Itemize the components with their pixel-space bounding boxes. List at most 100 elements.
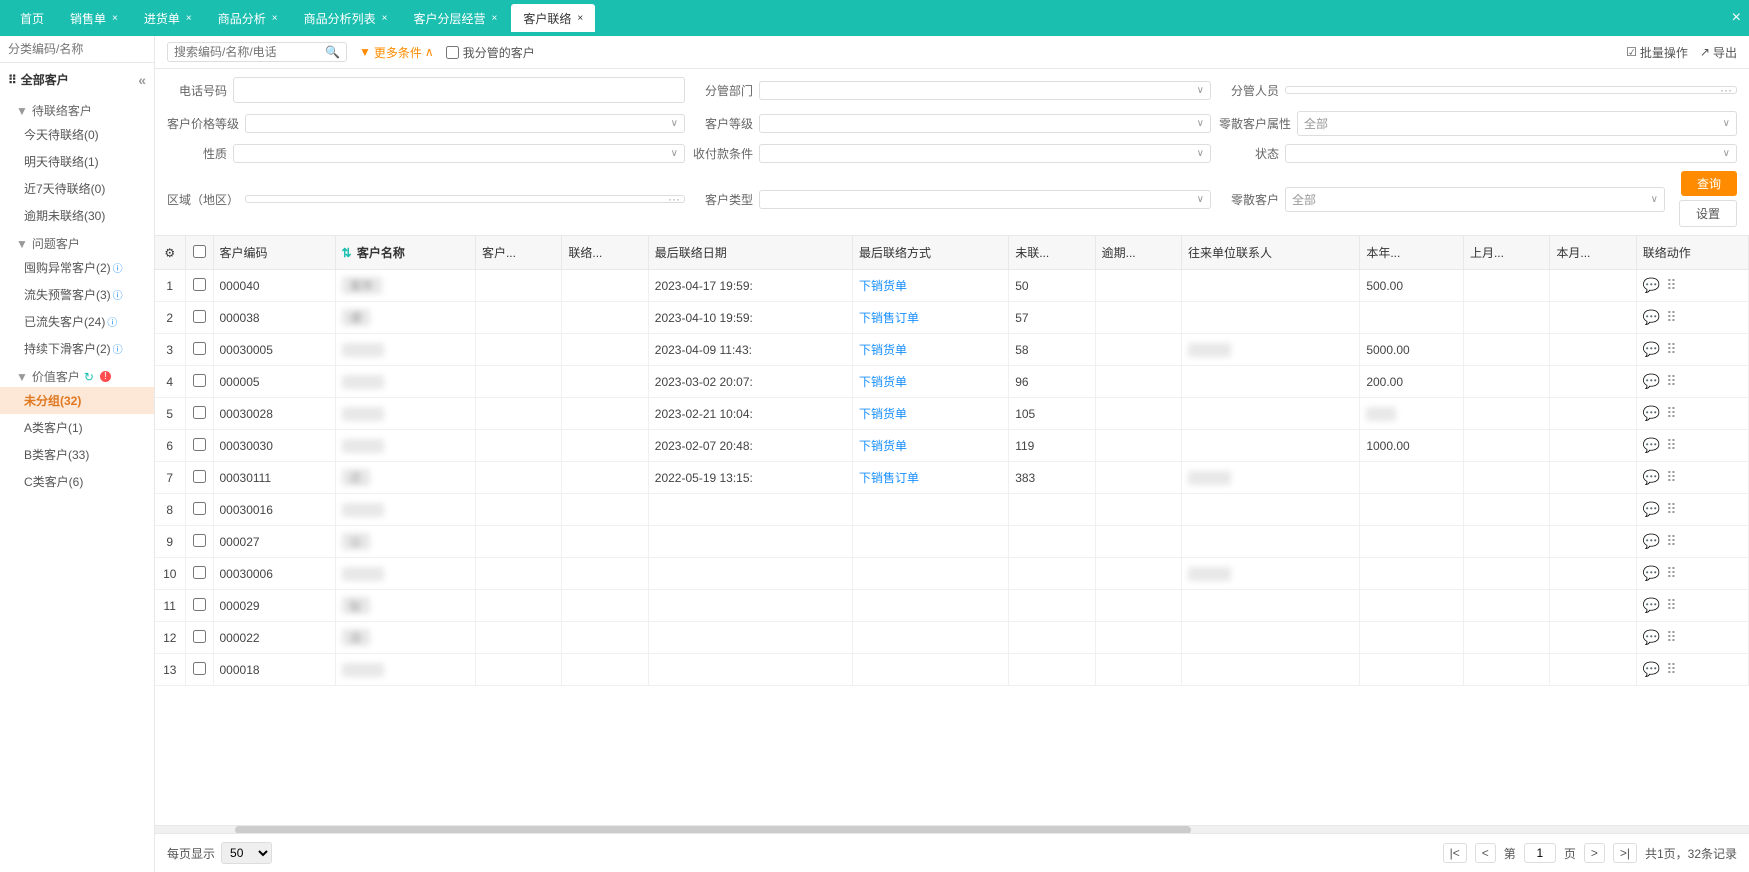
- value-customer-group[interactable]: ▼ 价值客户 ↻ !: [0, 362, 154, 387]
- problem-customer-group[interactable]: ▼ 问题客户: [0, 229, 154, 254]
- nature-select[interactable]: ∨: [233, 144, 685, 163]
- row-checkbox[interactable]: [193, 662, 206, 675]
- close-all-button[interactable]: ×: [1732, 9, 1741, 27]
- cust-level-select[interactable]: ∨: [759, 114, 1211, 133]
- sidebar-item-tomorrow[interactable]: 明天待联络(1): [0, 148, 154, 175]
- sidebar-item-declining[interactable]: 持续下滑客户(2) ⓘ: [0, 335, 154, 362]
- sidebar-item-today[interactable]: 今天待联络(0): [0, 121, 154, 148]
- my-customers-check[interactable]: [446, 46, 459, 59]
- close-contact-tab[interactable]: ×: [577, 13, 583, 24]
- status-select[interactable]: ∨: [1285, 144, 1737, 163]
- row-check[interactable]: [185, 526, 213, 558]
- payment-select[interactable]: ∨: [759, 144, 1211, 163]
- last-way-link[interactable]: 下销货单: [859, 407, 907, 421]
- export-btn[interactable]: ↗ 导出: [1700, 44, 1737, 61]
- sidebar-item-abnormal[interactable]: 囤购异常客户(2) ⓘ: [0, 254, 154, 281]
- close-segment-tab[interactable]: ×: [491, 13, 497, 24]
- attr-select[interactable]: 全部∨: [1297, 111, 1737, 136]
- collapse-icon[interactable]: «: [138, 72, 146, 88]
- tab-customer-contact[interactable]: 客户联络 ×: [511, 4, 595, 32]
- all-customers-header[interactable]: ⠿ 全部客户 «: [0, 63, 154, 96]
- next-page-btn[interactable]: >: [1584, 843, 1605, 863]
- row-check[interactable]: [185, 398, 213, 430]
- grid-action-icon[interactable]: ⠿: [1666, 533, 1676, 550]
- sidebar-item-c-class[interactable]: C类客户(6): [0, 468, 154, 495]
- per-page-select[interactable]: 50 100 200: [221, 842, 272, 864]
- row-checkbox[interactable]: [193, 438, 206, 451]
- chat-icon[interactable]: 💬: [1643, 437, 1660, 454]
- tab-product-analysis-list[interactable]: 商品分析列表 ×: [292, 4, 400, 32]
- tab-sales[interactable]: 销售单 ×: [58, 4, 130, 32]
- grid-action-icon[interactable]: ⠿: [1666, 277, 1676, 294]
- grid-action-icon[interactable]: ⠿: [1666, 501, 1676, 518]
- row-checkbox[interactable]: [193, 598, 206, 611]
- row-checkbox[interactable]: [193, 374, 206, 387]
- chat-icon[interactable]: 💬: [1643, 533, 1660, 550]
- grid-action-icon[interactable]: ⠿: [1666, 469, 1676, 486]
- chat-icon[interactable]: 💬: [1643, 405, 1660, 422]
- tab-customer-segment[interactable]: 客户分层经营 ×: [401, 4, 509, 32]
- last-way-link[interactable]: 下销售订单: [859, 471, 919, 485]
- settings-icon[interactable]: ⚙: [164, 246, 175, 260]
- dept-select[interactable]: ∨: [759, 81, 1211, 100]
- row-checkbox[interactable]: [193, 342, 206, 355]
- last-way-link[interactable]: 下销售订单: [859, 311, 919, 325]
- reset-button[interactable]: 设置: [1679, 200, 1737, 227]
- my-customers-checkbox[interactable]: 我分管的客户: [446, 44, 535, 61]
- close-product-tab[interactable]: ×: [272, 13, 278, 24]
- sidebar-item-churned[interactable]: 已流失客户(24) ⓘ: [0, 308, 154, 335]
- close-sales-tab[interactable]: ×: [112, 13, 118, 24]
- sidebar-search-input[interactable]: [8, 42, 155, 56]
- row-check[interactable]: [185, 270, 213, 302]
- main-search-input[interactable]: [174, 45, 321, 59]
- grid-action-icon[interactable]: ⠿: [1666, 373, 1676, 390]
- grid-action-icon[interactable]: ⠿: [1666, 437, 1676, 454]
- last-way-link[interactable]: 下销货单: [859, 439, 907, 453]
- chat-icon[interactable]: 💬: [1643, 565, 1660, 582]
- row-check[interactable]: [185, 558, 213, 590]
- sidebar-item-7days[interactable]: 近7天待联络(0): [0, 175, 154, 202]
- last-way-link[interactable]: 下销货单: [859, 279, 907, 293]
- last-way-link[interactable]: 下销货单: [859, 375, 907, 389]
- last-way-link[interactable]: 下销货单: [859, 343, 907, 357]
- phone-input[interactable]: [233, 77, 685, 103]
- chat-icon[interactable]: 💬: [1643, 309, 1660, 326]
- chat-icon[interactable]: 💬: [1643, 469, 1660, 486]
- pending-contact-group[interactable]: ▼ 待联络客户: [0, 96, 154, 121]
- row-check[interactable]: [185, 334, 213, 366]
- close-product-list-tab[interactable]: ×: [382, 13, 388, 24]
- horizontal-scrollbar[interactable]: [155, 825, 1749, 833]
- query-button[interactable]: 查询: [1681, 171, 1737, 196]
- row-check[interactable]: [185, 654, 213, 686]
- row-check[interactable]: [185, 366, 213, 398]
- row-check[interactable]: [185, 462, 213, 494]
- grid-action-icon[interactable]: ⠿: [1666, 565, 1676, 582]
- home-tab[interactable]: 首页: [8, 10, 56, 27]
- col-check-all[interactable]: [185, 236, 213, 270]
- row-checkbox[interactable]: [193, 406, 206, 419]
- batch-op-btn[interactable]: ☑ 批量操作: [1626, 44, 1688, 61]
- price-level-select[interactable]: ∨: [245, 114, 685, 133]
- row-checkbox[interactable]: [193, 470, 206, 483]
- chat-icon[interactable]: 💬: [1643, 629, 1660, 646]
- col-settings[interactable]: ⚙: [155, 236, 185, 270]
- prev-page-btn[interactable]: <: [1475, 843, 1496, 863]
- last-page-btn[interactable]: >|: [1613, 843, 1637, 863]
- page-input[interactable]: [1524, 843, 1556, 863]
- tab-purchase[interactable]: 进货单 ×: [132, 4, 204, 32]
- row-checkbox[interactable]: [193, 278, 206, 291]
- main-search-icon[interactable]: 🔍: [325, 45, 340, 59]
- row-checkbox[interactable]: [193, 534, 206, 547]
- chat-icon[interactable]: 💬: [1643, 597, 1660, 614]
- close-purchase-tab[interactable]: ×: [186, 13, 192, 24]
- row-checkbox[interactable]: [193, 310, 206, 323]
- row-check[interactable]: [185, 302, 213, 334]
- row-check[interactable]: [185, 494, 213, 526]
- chat-icon[interactable]: 💬: [1643, 661, 1660, 678]
- sidebar-item-overdue[interactable]: 逾期未联络(30): [0, 202, 154, 229]
- row-check[interactable]: [185, 430, 213, 462]
- chat-icon[interactable]: 💬: [1643, 277, 1660, 294]
- chat-icon[interactable]: 💬: [1643, 501, 1660, 518]
- sidebar-item-churn-warning[interactable]: 流失预警客户(3) ⓘ: [0, 281, 154, 308]
- grid-action-icon[interactable]: ⠿: [1666, 309, 1676, 326]
